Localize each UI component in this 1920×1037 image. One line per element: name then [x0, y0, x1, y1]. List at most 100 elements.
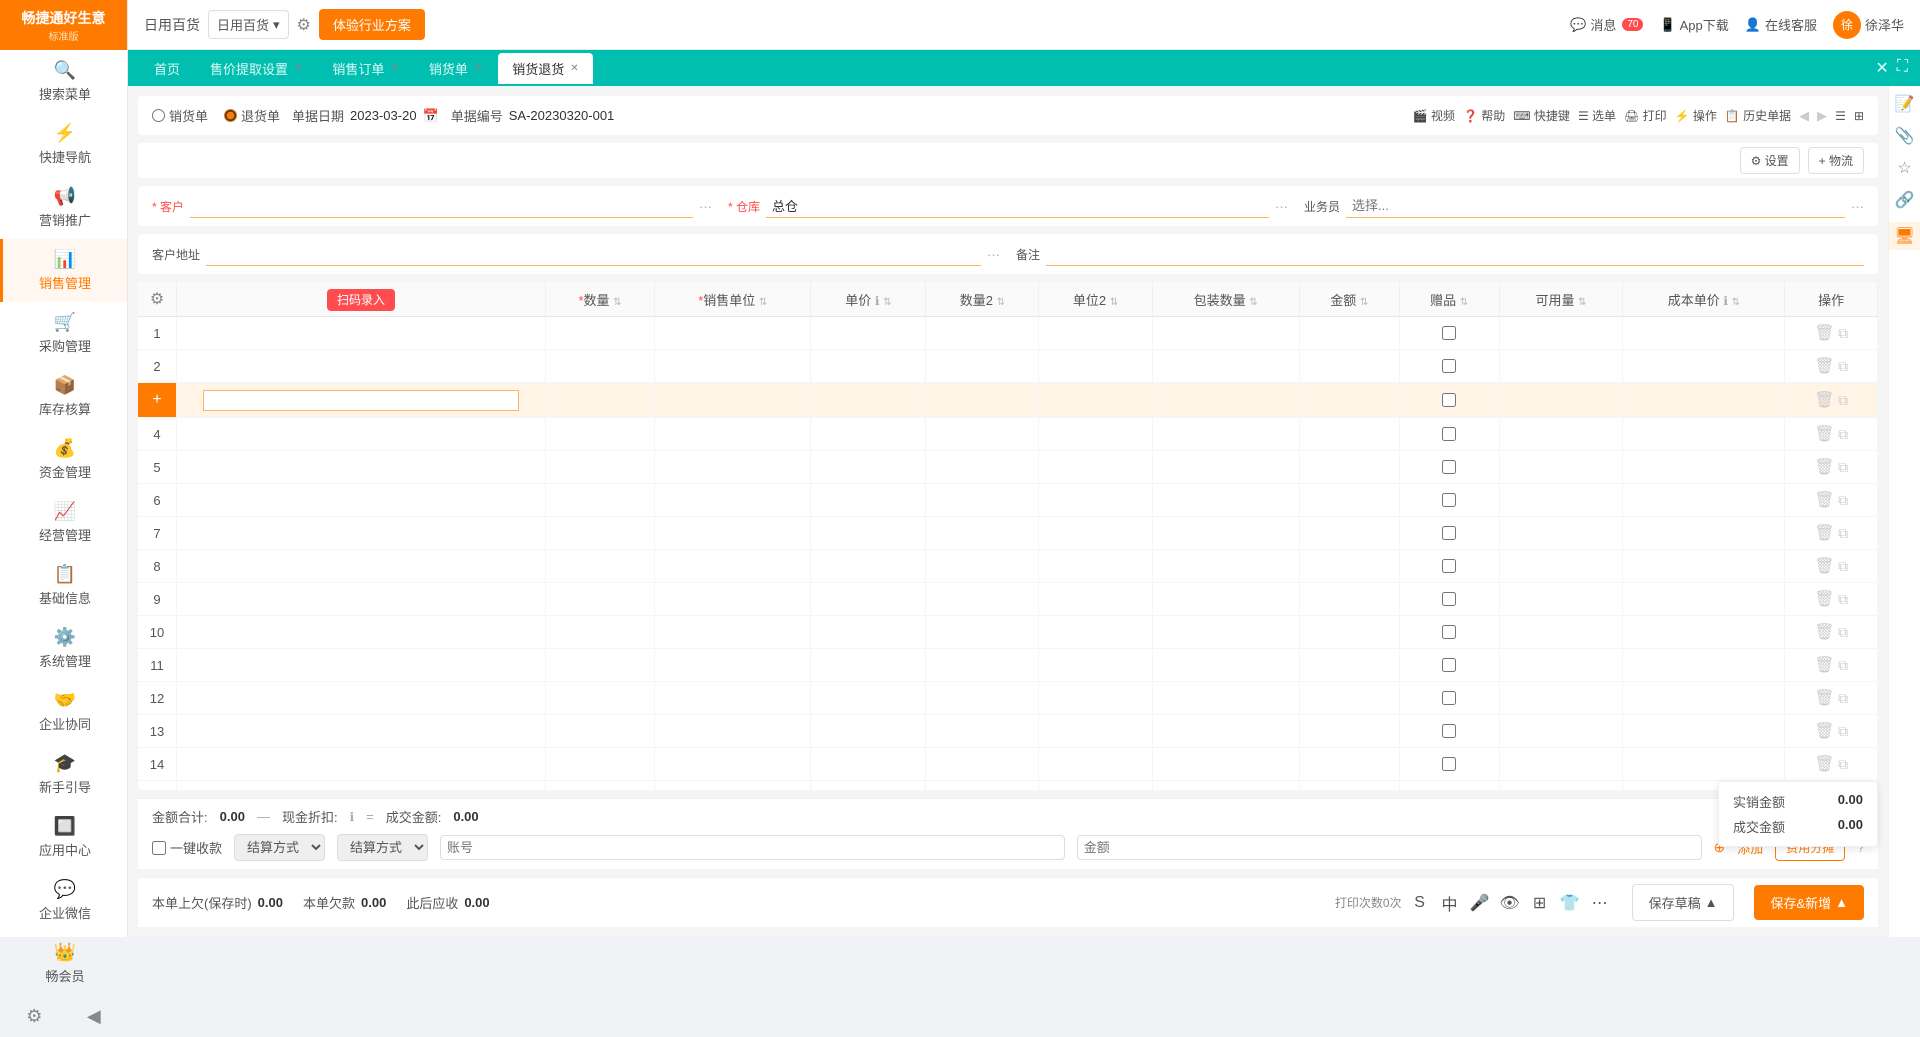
amount-cell-15[interactable]: [1299, 781, 1399, 791]
sidebar-item-企业协同[interactable]: 🤝企业协同: [0, 680, 127, 743]
address-input[interactable]: [206, 242, 981, 266]
copy-btn-7[interactable]: ⧉: [1838, 525, 1848, 541]
calc-select[interactable]: 结算方式: [337, 834, 428, 861]
available-cell-12[interactable]: [1499, 682, 1623, 715]
product-cell-5[interactable]: [177, 451, 546, 484]
collapse-icon[interactable]: ◀: [87, 1006, 101, 1027]
gift-cell-14[interactable]: [1399, 748, 1499, 781]
save-draft-btn[interactable]: 保存草稿 ▲: [1632, 884, 1735, 921]
gift-cell-15[interactable]: [1399, 781, 1499, 791]
delete-btn-9[interactable]: 🗑: [1814, 591, 1834, 608]
product-cell-9[interactable]: [177, 583, 546, 616]
price-cell-3[interactable]: [811, 383, 926, 418]
packqty-cell-6[interactable]: [1152, 484, 1299, 517]
unit-cell-8[interactable]: [655, 550, 811, 583]
product-cell-6[interactable]: [177, 484, 546, 517]
amount-cell-3[interactable]: [1299, 383, 1399, 418]
costprice-cell-12[interactable]: [1623, 682, 1785, 715]
table-gear-icon[interactable]: ⚙: [150, 291, 164, 308]
add-row-btn-3[interactable]: +: [146, 389, 168, 411]
tab-close-1[interactable]: ✕: [294, 63, 302, 74]
price-cell-1[interactable]: [811, 317, 926, 350]
packqty-cell-4[interactable]: [1152, 418, 1299, 451]
amount-cell-2[interactable]: [1299, 350, 1399, 383]
amount-cell-4[interactable]: [1299, 418, 1399, 451]
qty-cell-6[interactable]: [545, 484, 654, 517]
product-cell-4[interactable]: [177, 418, 546, 451]
scan-btn[interactable]: 扫码录入: [327, 289, 395, 311]
settings-icon[interactable]: ⚙: [26, 1006, 42, 1027]
costprice-cell-10[interactable]: [1623, 616, 1785, 649]
tool-icon-5[interactable]: 👕: [1558, 891, 1582, 915]
gift-cell-7[interactable]: [1399, 517, 1499, 550]
costprice-cell-13[interactable]: [1623, 715, 1785, 748]
rs-active-icon[interactable]: 🖥: [1889, 222, 1920, 250]
costprice-cell-6[interactable]: [1623, 484, 1785, 517]
product-cell-10[interactable]: [177, 616, 546, 649]
price-info-icon[interactable]: ℹ: [875, 294, 880, 308]
amount-cell-7[interactable]: [1299, 517, 1399, 550]
unit2-cell-4[interactable]: [1039, 418, 1152, 451]
qty2-cell-5[interactable]: [926, 451, 1039, 484]
packqty-cell-5[interactable]: [1152, 451, 1299, 484]
available-cell-11[interactable]: [1499, 649, 1623, 682]
rs-star-icon[interactable]: ☆: [1897, 158, 1911, 178]
copy-btn-10[interactable]: ⧉: [1838, 624, 1848, 640]
packqty-cell-1[interactable]: [1152, 317, 1299, 350]
qty-cell-5[interactable]: [545, 451, 654, 484]
rs-link-icon[interactable]: 🔗: [1895, 190, 1915, 210]
shortcut-btn[interactable]: ⌨ 快捷键: [1513, 107, 1570, 124]
price-cell-5[interactable]: [811, 451, 926, 484]
qty2-cell-6[interactable]: [926, 484, 1039, 517]
available-cell-2[interactable]: [1499, 350, 1623, 383]
unit2-cell-12[interactable]: [1039, 682, 1152, 715]
input-method-icon[interactable]: S: [1408, 891, 1432, 915]
unit2-cell-9[interactable]: [1039, 583, 1152, 616]
customer-lookup-icon[interactable]: ···: [699, 199, 712, 214]
qty2-cell-1[interactable]: [926, 317, 1039, 350]
message-btn[interactable]: 💬 消息 70: [1570, 15, 1643, 34]
sidebar-item-基础信息[interactable]: 📋基础信息: [0, 554, 127, 617]
unit-sort-icon[interactable]: ⇅: [759, 297, 767, 308]
packqty-cell-3[interactable]: [1152, 383, 1299, 418]
amount-cell-9[interactable]: [1299, 583, 1399, 616]
sidebar-item-应用中心[interactable]: 🔲应用中心: [0, 806, 127, 869]
list-view-btn[interactable]: ☰: [1835, 109, 1846, 123]
amount-cell-6[interactable]: [1299, 484, 1399, 517]
tab-首页[interactable]: 首页: [140, 53, 194, 84]
tab-销售订单[interactable]: 销售订单✕: [318, 53, 412, 84]
gift-cell-11[interactable]: [1399, 649, 1499, 682]
gift-cell-10[interactable]: [1399, 616, 1499, 649]
product-cell-15[interactable]: [177, 781, 546, 791]
unit-cell-1[interactable]: [655, 317, 811, 350]
note-input[interactable]: [1046, 242, 1864, 266]
qty2-cell-13[interactable]: [926, 715, 1039, 748]
unit2-cell-1[interactable]: [1039, 317, 1152, 350]
unit-cell-10[interactable]: [655, 616, 811, 649]
costprice-cell-1[interactable]: [1623, 317, 1785, 350]
gift-cell-2[interactable]: [1399, 350, 1499, 383]
operation-btn[interactable]: ⚡ 操作: [1675, 107, 1717, 124]
price-cell-11[interactable]: [811, 649, 926, 682]
gift-cell-5[interactable]: [1399, 451, 1499, 484]
qty2-cell-15[interactable]: [926, 781, 1039, 791]
product-cell-12[interactable]: [177, 682, 546, 715]
available-cell-7[interactable]: [1499, 517, 1623, 550]
amount-sort-icon[interactable]: ⇅: [1360, 297, 1368, 308]
salesperson-input[interactable]: [1346, 194, 1845, 218]
gift-cell-6[interactable]: [1399, 484, 1499, 517]
price-cell-10[interactable]: [811, 616, 926, 649]
copy-btn-13[interactable]: ⧉: [1838, 723, 1848, 739]
price-cell-7[interactable]: [811, 517, 926, 550]
qty-sort-icon[interactable]: ⇅: [613, 297, 621, 308]
gift-cell-12[interactable]: [1399, 682, 1499, 715]
available-cell-8[interactable]: [1499, 550, 1623, 583]
gift-sort-icon[interactable]: ⇅: [1460, 297, 1468, 308]
copy-btn-6[interactable]: ⧉: [1838, 492, 1848, 508]
settlement-select[interactable]: 结算方式: [234, 834, 325, 861]
row-add-3[interactable]: +: [138, 383, 177, 418]
qty-cell-14[interactable]: [545, 748, 654, 781]
tab-销货单[interactable]: 销货单✕: [415, 53, 496, 84]
available-cell-14[interactable]: [1499, 748, 1623, 781]
unit-cell-11[interactable]: [655, 649, 811, 682]
